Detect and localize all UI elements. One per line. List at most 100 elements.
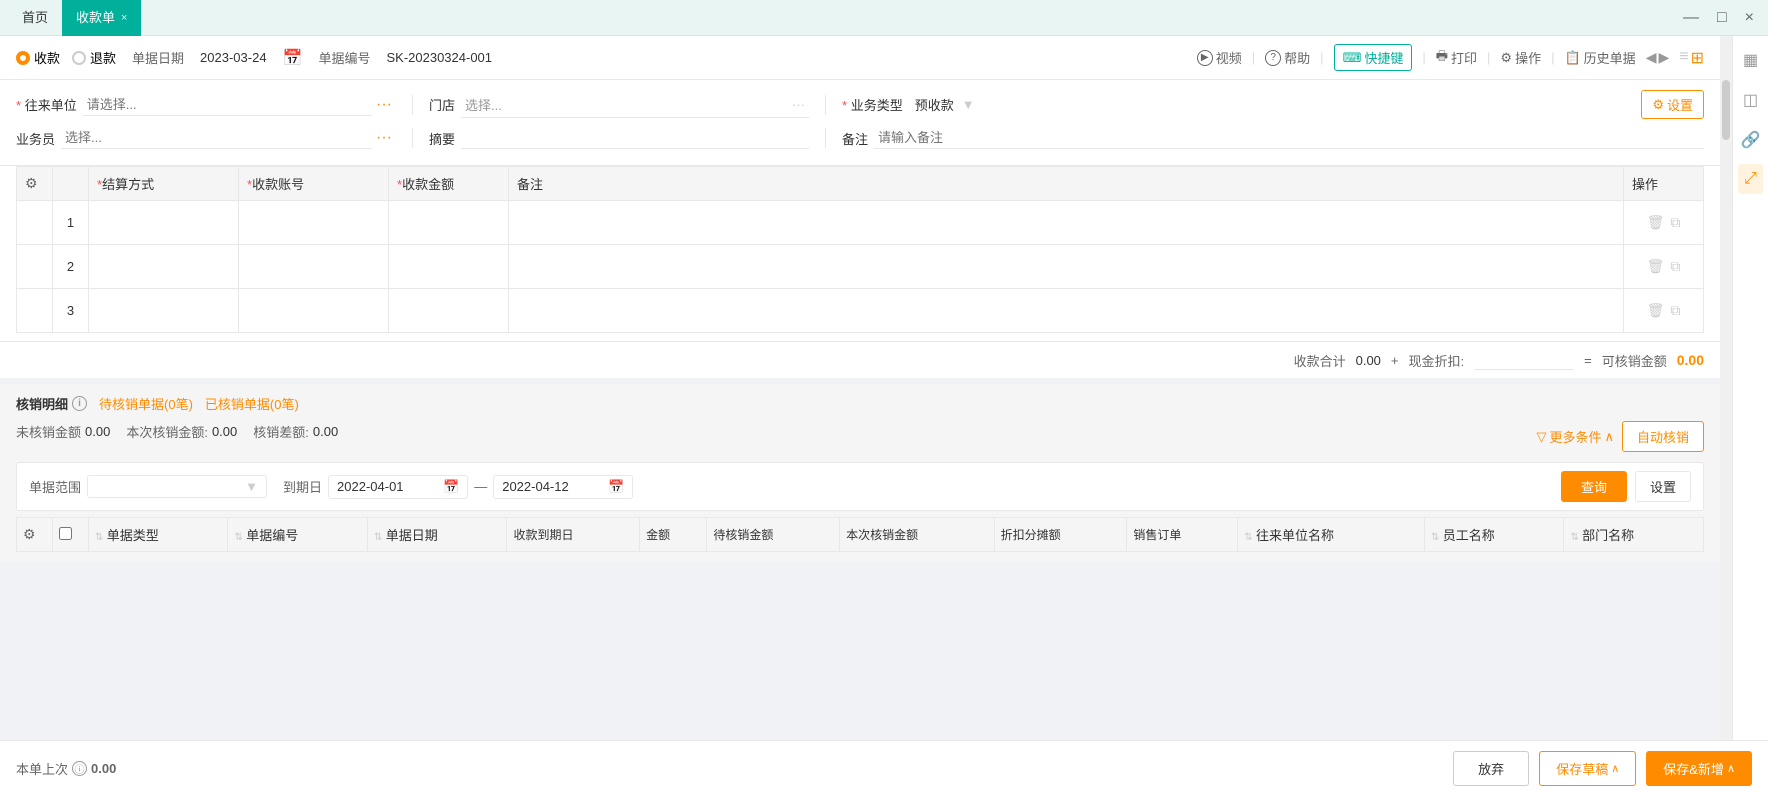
filter-settings-button[interactable]: 设置 (1635, 471, 1691, 502)
bottom-col-employee: ⇅ 员工名称 (1424, 518, 1563, 552)
tab-home[interactable]: 首页 (8, 0, 62, 36)
bottom-table: ⚙ ⇅ 单据类型 ⇅ 单据编号 ⇅ 单据日期 (16, 517, 1704, 552)
row3-settle[interactable] (89, 289, 239, 333)
discount-label: 现金折扣: (1409, 351, 1465, 370)
save-new-arrow-icon: ∧ (1727, 762, 1735, 775)
tab-close-icon[interactable]: × (121, 0, 127, 36)
salesperson-input[interactable] (61, 127, 372, 149)
radio-receive[interactable]: 收款 (16, 48, 60, 67)
row1-action: 🗑 ⧉ (1624, 201, 1704, 245)
col-action-header: 操作 (1624, 167, 1704, 201)
footer-info-icon[interactable]: ⓘ (72, 761, 87, 776)
row2-account[interactable] (239, 245, 389, 289)
due-date-field: 到期日 📅 — 📅 (283, 475, 633, 499)
tab-bar: 首页 收款单 × — □ × (0, 0, 1768, 36)
remark-input[interactable] (874, 127, 1704, 149)
row1-settings (17, 201, 53, 245)
range-label: 单据范围 (29, 477, 81, 496)
row3-account[interactable] (239, 289, 389, 333)
date-to-input[interactable] (502, 479, 602, 494)
table-settings-icon[interactable]: ⚙ (25, 175, 38, 191)
row2-delete-icon[interactable]: 🗑 (1647, 258, 1665, 275)
abandon-button[interactable]: 放弃 (1453, 751, 1529, 786)
col-num-header (53, 167, 89, 201)
sidebar-expand-icon[interactable]: ⤢ (1738, 164, 1763, 194)
counterparty-more-button[interactable]: ··· (372, 96, 396, 114)
history-link[interactable]: 📋 历史单据 (1564, 48, 1635, 67)
radio-refund[interactable]: 退款 (72, 48, 116, 67)
diff-stat: 核销差额: 0.00 (253, 422, 338, 441)
row3-copy-icon[interactable]: ⧉ (1670, 302, 1680, 319)
more-conditions-button[interactable]: ▽ 更多条件 ∧ (1536, 427, 1614, 446)
verify-title: 核销明细 i (16, 394, 87, 413)
table-row: 2 🗑 ⧉ (17, 245, 1704, 289)
select-all-checkbox[interactable] (59, 527, 72, 540)
calendar-from-icon[interactable]: 📅 (443, 479, 459, 495)
row1-settle[interactable] (89, 201, 239, 245)
row3-amount[interactable] (389, 289, 509, 333)
auto-verify-button[interactable]: 自动核销 (1622, 421, 1704, 452)
sidebar-doc-icon[interactable]: ◫ (1737, 84, 1764, 116)
minimize-button[interactable]: — (1677, 9, 1705, 27)
store-field: 门店 选择... ··· (429, 92, 809, 118)
calendar-icon[interactable]: 📅 (283, 48, 303, 68)
row1-remark[interactable] (509, 201, 1624, 245)
date-from-input[interactable] (337, 479, 437, 494)
row3-remark[interactable] (509, 289, 1624, 333)
scroll-indicator (1720, 36, 1732, 796)
discount-input[interactable] (1474, 350, 1574, 370)
row1-delete-icon[interactable]: 🗑 (1647, 214, 1665, 231)
print-link[interactable]: 🖶 打印 (1436, 47, 1477, 69)
nav-arrows: ◀ ▶ (1646, 49, 1670, 66)
net-value: 0.00 (1677, 352, 1704, 368)
date-to-wrap: 📅 (493, 475, 633, 499)
range-select[interactable]: ▼ (87, 475, 267, 498)
row2-amount[interactable] (389, 245, 509, 289)
shortcut-button[interactable]: ⌨ 快捷键 (1334, 44, 1413, 71)
row2-remark[interactable] (509, 245, 1624, 289)
row1-amount[interactable] (389, 201, 509, 245)
salesperson-more-button[interactable]: ··· (372, 129, 396, 147)
chevron-up-icon: ∧ (1604, 429, 1614, 445)
settings-button[interactable]: ⚙ 设置 (1641, 90, 1704, 119)
data-table-section: ⚙ *结算方式 *收款账号 *收款金额 备注 操作 (0, 166, 1720, 341)
verify-info-icon[interactable]: i (72, 396, 87, 411)
tab-active[interactable]: 收款单 × (62, 0, 141, 36)
grid-view-button[interactable]: ⊞ (1691, 48, 1704, 68)
main-content: 收款 退款 单据日期 2023-03-24 📅 单据编号 SK-20230324… (0, 36, 1720, 796)
sidebar-table-icon[interactable]: ▦ (1737, 44, 1764, 76)
summary-label: 摘要 (429, 129, 455, 148)
pending-tab[interactable]: 待核销单据(0笔) (99, 394, 193, 413)
business-type-arrow-icon[interactable]: ▼ (962, 97, 975, 112)
save-draft-button[interactable]: 保存草稿 ∧ (1539, 751, 1636, 786)
completed-tab[interactable]: 已核销单据(0笔) (205, 394, 299, 413)
scroll-thumb[interactable] (1722, 80, 1730, 140)
bottom-gear-icon[interactable]: ⚙ (23, 526, 36, 542)
help-link[interactable]: ? 帮助 (1265, 48, 1310, 67)
maximize-button[interactable]: □ (1711, 9, 1733, 27)
store-select[interactable]: 选择... ··· (461, 92, 809, 118)
summary-input[interactable] (461, 127, 809, 149)
row2-copy-icon[interactable]: ⧉ (1670, 258, 1680, 275)
query-button[interactable]: 查询 (1561, 471, 1627, 502)
row1-copy-icon[interactable]: ⧉ (1670, 214, 1680, 231)
save-new-button[interactable]: 保存&新增 ∧ (1646, 751, 1752, 786)
video-link[interactable]: ▶ 视频 (1197, 48, 1242, 67)
row1-account[interactable] (239, 201, 389, 245)
counterparty-input[interactable] (83, 94, 372, 116)
verify-stats-row: 未核销金额 0.00 本次核销金额: 0.00 核销差额: 0.00 ▽ 更多条… (16, 421, 1704, 452)
sidebar-link-icon[interactable]: 🔗 (1735, 124, 1767, 156)
row2-settle[interactable] (89, 245, 239, 289)
date-from-wrap: 📅 (328, 475, 468, 499)
nav-next-button[interactable]: ▶ (1658, 49, 1669, 66)
operation-link[interactable]: ⚙ 操作 (1500, 48, 1541, 67)
nav-prev-button[interactable]: ◀ (1646, 49, 1657, 66)
operation-icon: ⚙ (1500, 50, 1512, 66)
close-button[interactable]: × (1739, 9, 1760, 27)
list-view-button[interactable]: ≡ (1679, 48, 1688, 68)
current-value: 0.00 (212, 424, 237, 439)
row3-delete-icon[interactable]: 🗑 (1647, 302, 1665, 319)
bottom-col-amount: 金额 (640, 518, 707, 552)
total-label: 收款合计 (1294, 351, 1346, 370)
calendar-to-icon[interactable]: 📅 (608, 479, 624, 495)
